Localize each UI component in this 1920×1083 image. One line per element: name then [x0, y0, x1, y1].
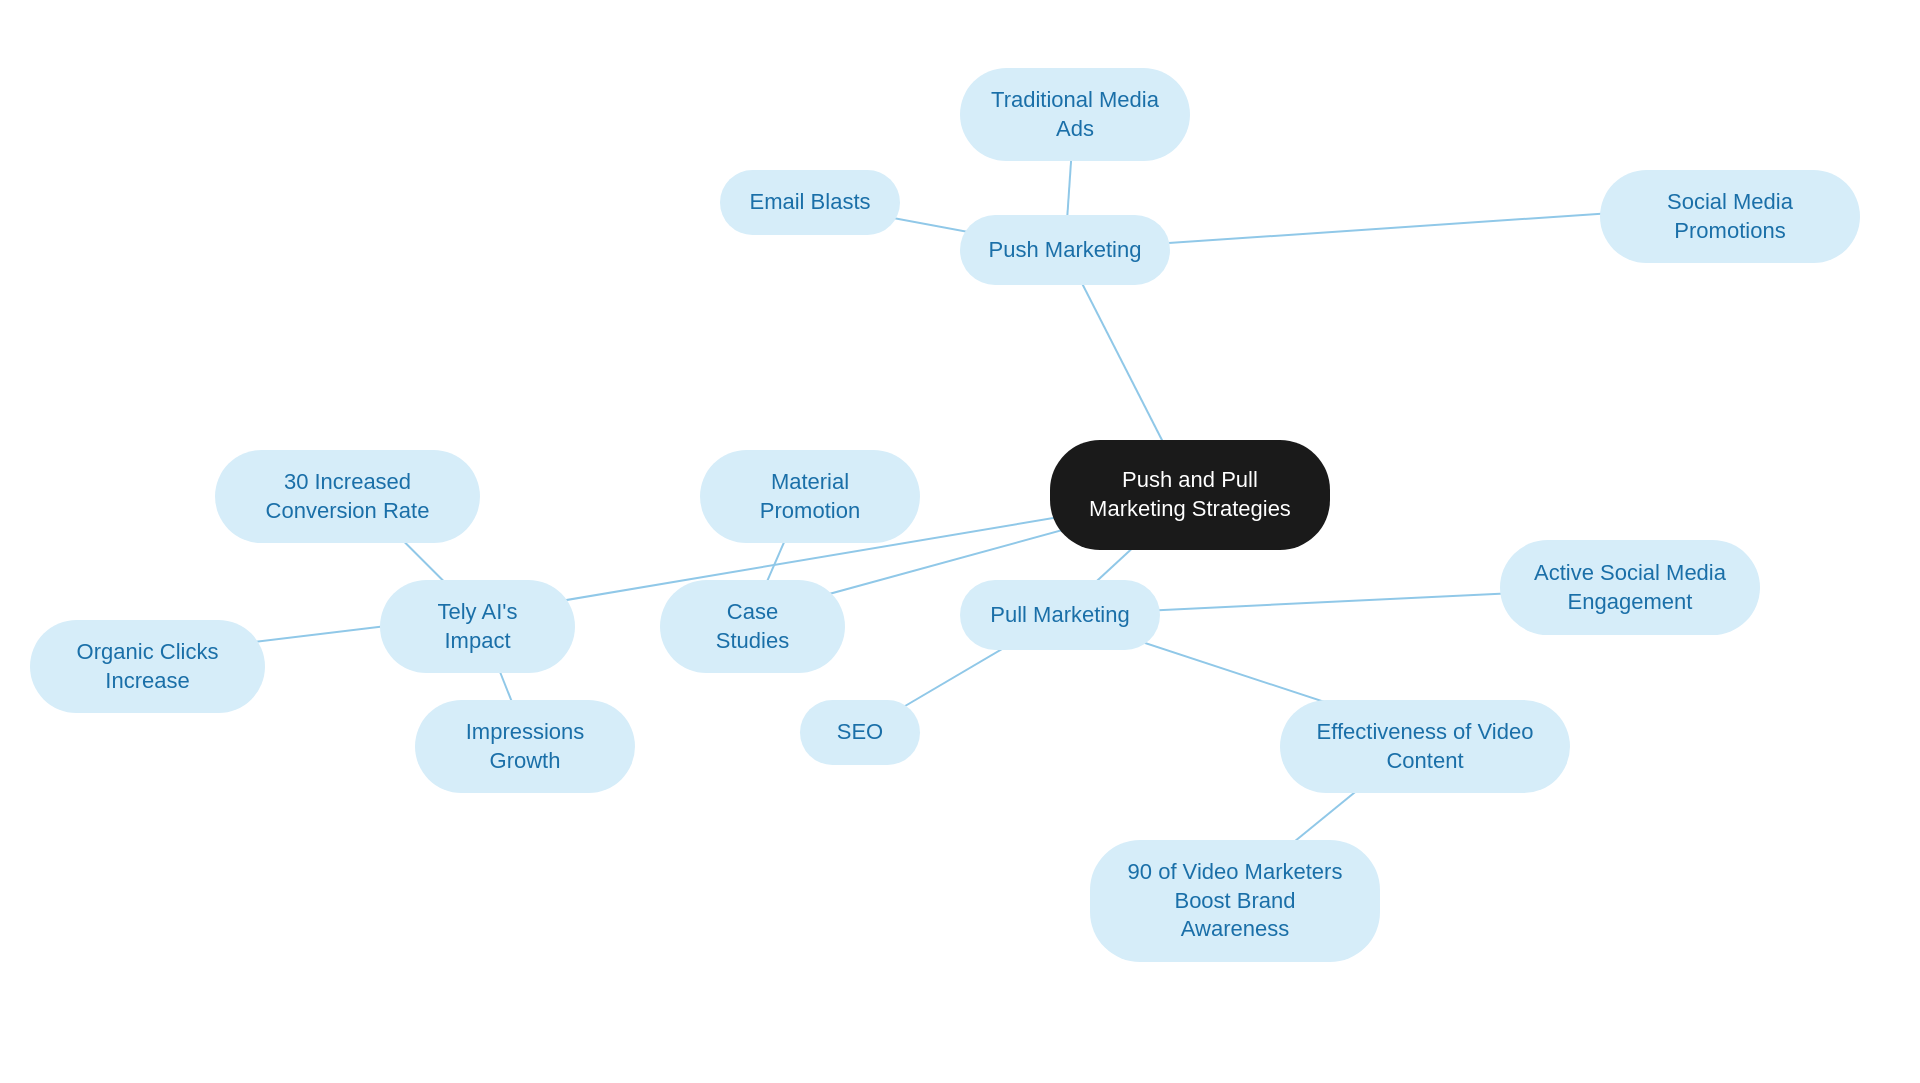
video-marketers-brand-node[interactable]: 90 of Video Marketers Boost Brand Awaren…	[1090, 840, 1380, 962]
material-promotion-node[interactable]: Material Promotion	[700, 450, 920, 543]
pull-marketing-node[interactable]: Pull Marketing	[960, 580, 1160, 650]
case-studies-node[interactable]: Case Studies	[660, 580, 845, 673]
tely-impact-node[interactable]: Tely AI's Impact	[380, 580, 575, 673]
push-pull-node[interactable]: Push and Pull Marketing Strategies	[1050, 440, 1330, 550]
traditional-media-node[interactable]: Traditional Media Ads	[960, 68, 1190, 161]
social-media-promotions-node[interactable]: Social Media Promotions	[1600, 170, 1860, 263]
organic-clicks-node[interactable]: Organic Clicks Increase	[30, 620, 265, 713]
increased-conversion-node[interactable]: 30 Increased Conversion Rate	[215, 450, 480, 543]
active-social-media-node[interactable]: Active Social Media Engagement	[1500, 540, 1760, 635]
impressions-growth-node[interactable]: Impressions Growth	[415, 700, 635, 793]
push-marketing-node[interactable]: Push Marketing	[960, 215, 1170, 285]
mindmap-canvas: Push and Pull Marketing Strategies Push M…	[0, 0, 1920, 1083]
effectiveness-video-node[interactable]: Effectiveness of Video Content	[1280, 700, 1570, 793]
seo-node[interactable]: SEO	[800, 700, 920, 765]
email-blasts-node[interactable]: Email Blasts	[720, 170, 900, 235]
